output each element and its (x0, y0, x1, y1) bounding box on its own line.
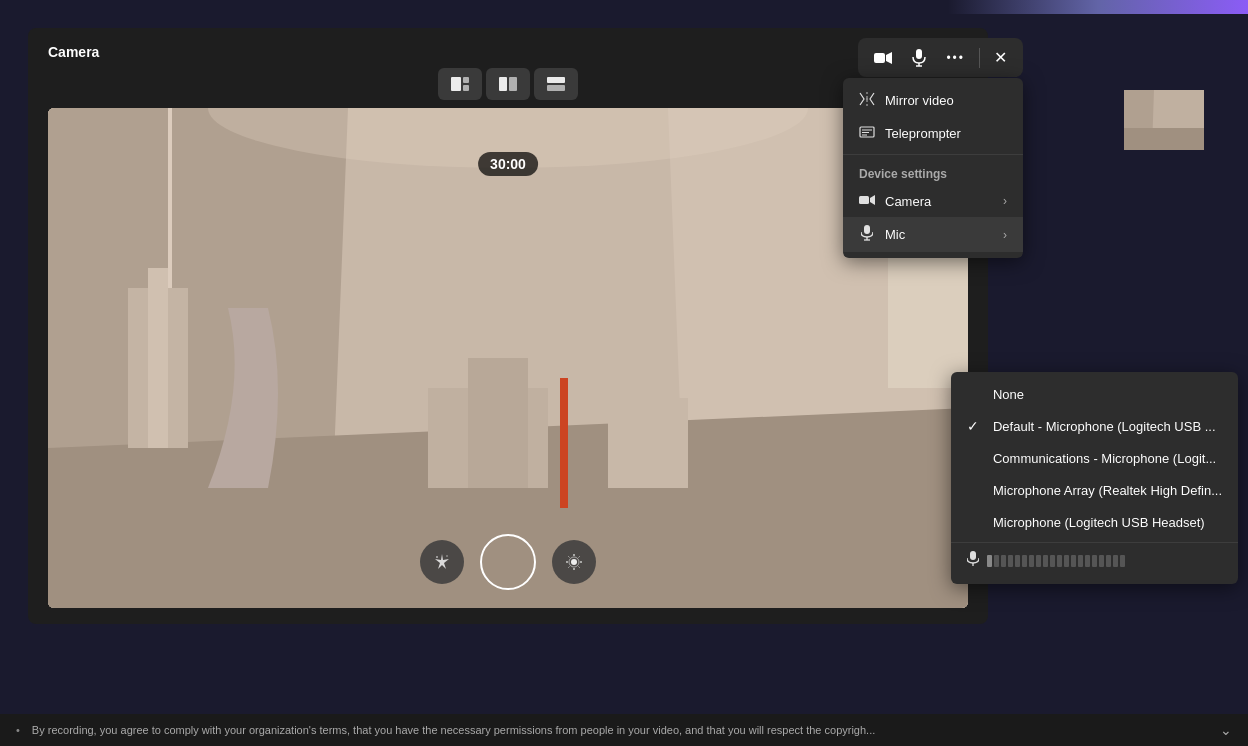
mic-headset-label: Microphone (Logitech USB Headset) (993, 515, 1205, 530)
svg-rect-6 (547, 85, 565, 91)
svg-rect-39 (864, 225, 870, 234)
bar-10 (1050, 555, 1055, 567)
svg-rect-16 (560, 378, 568, 508)
timer-badge: 30:00 (478, 152, 538, 176)
bar-13 (1071, 555, 1076, 567)
menu-divider (843, 154, 1023, 155)
svg-point-22 (571, 559, 577, 565)
mirror-video-label: Mirror video (885, 93, 954, 108)
svg-rect-1 (463, 77, 469, 83)
layout-btn-3[interactable] (534, 68, 578, 100)
room-scene (48, 108, 968, 608)
bar-19 (1113, 555, 1118, 567)
mic-option-default[interactable]: ✓ Default - Microphone (Logitech USB ... (951, 410, 1238, 442)
svg-rect-11 (168, 108, 172, 308)
default-check-icon: ✓ (967, 418, 983, 434)
svg-rect-13 (148, 268, 168, 448)
bar-12 (1064, 555, 1069, 567)
mic-option-none[interactable]: ✓ None (951, 378, 1238, 410)
svg-point-21 (446, 555, 448, 557)
bar-15 (1085, 555, 1090, 567)
mic-arrow-icon: › (1003, 228, 1007, 242)
disclaimer-text: By recording, you agree to comply with y… (32, 724, 1208, 736)
mic-option-communications[interactable]: ✓ Communications - Microphone (Logit... (951, 442, 1238, 474)
camera-viewport: 30:00 (48, 108, 968, 608)
svg-rect-26 (916, 49, 922, 59)
bar-8 (1036, 555, 1041, 567)
bar-14 (1078, 555, 1083, 567)
mic-option-headset[interactable]: ✓ Microphone (Logitech USB Headset) (951, 506, 1238, 538)
bar-17 (1099, 555, 1104, 567)
float-toolbar: ••• ✕ (858, 38, 1023, 77)
effects-button[interactable] (420, 540, 464, 584)
svg-rect-17 (608, 398, 688, 488)
close-button[interactable]: ✕ (988, 44, 1013, 71)
bar-1 (987, 555, 992, 567)
mic-menu-item[interactable]: Mic › ✓ None ✓ Default - Microphone (Log… (843, 217, 1023, 252)
bar-11 (1057, 555, 1062, 567)
svg-rect-0 (451, 77, 461, 91)
bar-4 (1008, 555, 1013, 567)
layout-btn-2[interactable] (486, 68, 530, 100)
mic-submenu: ✓ None ✓ Default - Microphone (Logitech … (951, 372, 1238, 584)
record-button[interactable] (480, 534, 536, 590)
mic-none-label: None (993, 387, 1024, 402)
svg-rect-24 (874, 53, 885, 63)
mic-toggle-button[interactable] (906, 45, 932, 71)
svg-rect-2 (463, 85, 469, 91)
mic-level-row (951, 542, 1238, 578)
bar-5 (1015, 555, 1020, 567)
bar-7 (1029, 555, 1034, 567)
teleprompter-label: Teleprompter (885, 126, 961, 141)
mic-level-icon (967, 551, 979, 570)
device-settings-label: Device settings (843, 159, 1023, 185)
mirror-icon (859, 92, 875, 109)
svg-marker-38 (870, 195, 875, 205)
video-toggle-button[interactable] (868, 47, 898, 69)
mic-comm-label: Communications - Microphone (Logit... (993, 451, 1216, 466)
toolbar-divider (979, 48, 980, 68)
bar-2 (994, 555, 999, 567)
bar-6 (1022, 555, 1027, 567)
svg-rect-5 (547, 77, 565, 83)
bar-9 (1043, 555, 1048, 567)
mic-label: Mic (885, 227, 905, 242)
svg-marker-25 (886, 52, 892, 64)
camera-menu-item[interactable]: Camera › (843, 185, 1023, 217)
svg-rect-31 (1124, 128, 1204, 150)
disclaimer-bar: • By recording, you agree to comply with… (0, 714, 1248, 746)
layout-btn-1[interactable] (438, 68, 482, 100)
mic-level-bars (987, 555, 1125, 567)
teleprompter-icon (859, 125, 875, 142)
svg-point-20 (436, 556, 438, 558)
svg-rect-4 (509, 77, 517, 91)
bar-20 (1120, 555, 1125, 567)
svg-rect-42 (970, 551, 976, 560)
mic-menu-icon (859, 225, 875, 244)
disclaimer-chevron-icon[interactable]: ⌄ (1220, 722, 1232, 738)
more-options-button[interactable]: ••• (940, 47, 971, 69)
svg-rect-37 (859, 196, 869, 204)
camera-arrow-icon: › (1003, 194, 1007, 208)
teleprompter-item[interactable]: Teleprompter (843, 117, 1023, 150)
svg-rect-15 (468, 358, 528, 488)
camera-label: Camera (885, 194, 931, 209)
bar-3 (1001, 555, 1006, 567)
camera-menu-icon (859, 193, 875, 209)
mic-default-label: Default - Microphone (Logitech USB ... (993, 419, 1216, 434)
bar-18 (1106, 555, 1111, 567)
mic-array-label: Microphone Array (Realtek High Defin... (993, 483, 1222, 498)
context-menu: Mirror video Teleprompter Device setting… (843, 78, 1023, 258)
mirror-video-item[interactable]: Mirror video (843, 84, 1023, 117)
camera-title: Camera (28, 28, 988, 68)
top-bar (948, 0, 1248, 14)
mic-option-array[interactable]: ✓ Microphone Array (Realtek High Defin..… (951, 474, 1238, 506)
blur-button[interactable] (552, 540, 596, 584)
camera-thumbnail (1124, 90, 1204, 150)
bottom-controls (48, 534, 968, 590)
svg-rect-3 (499, 77, 507, 91)
bar-16 (1092, 555, 1097, 567)
